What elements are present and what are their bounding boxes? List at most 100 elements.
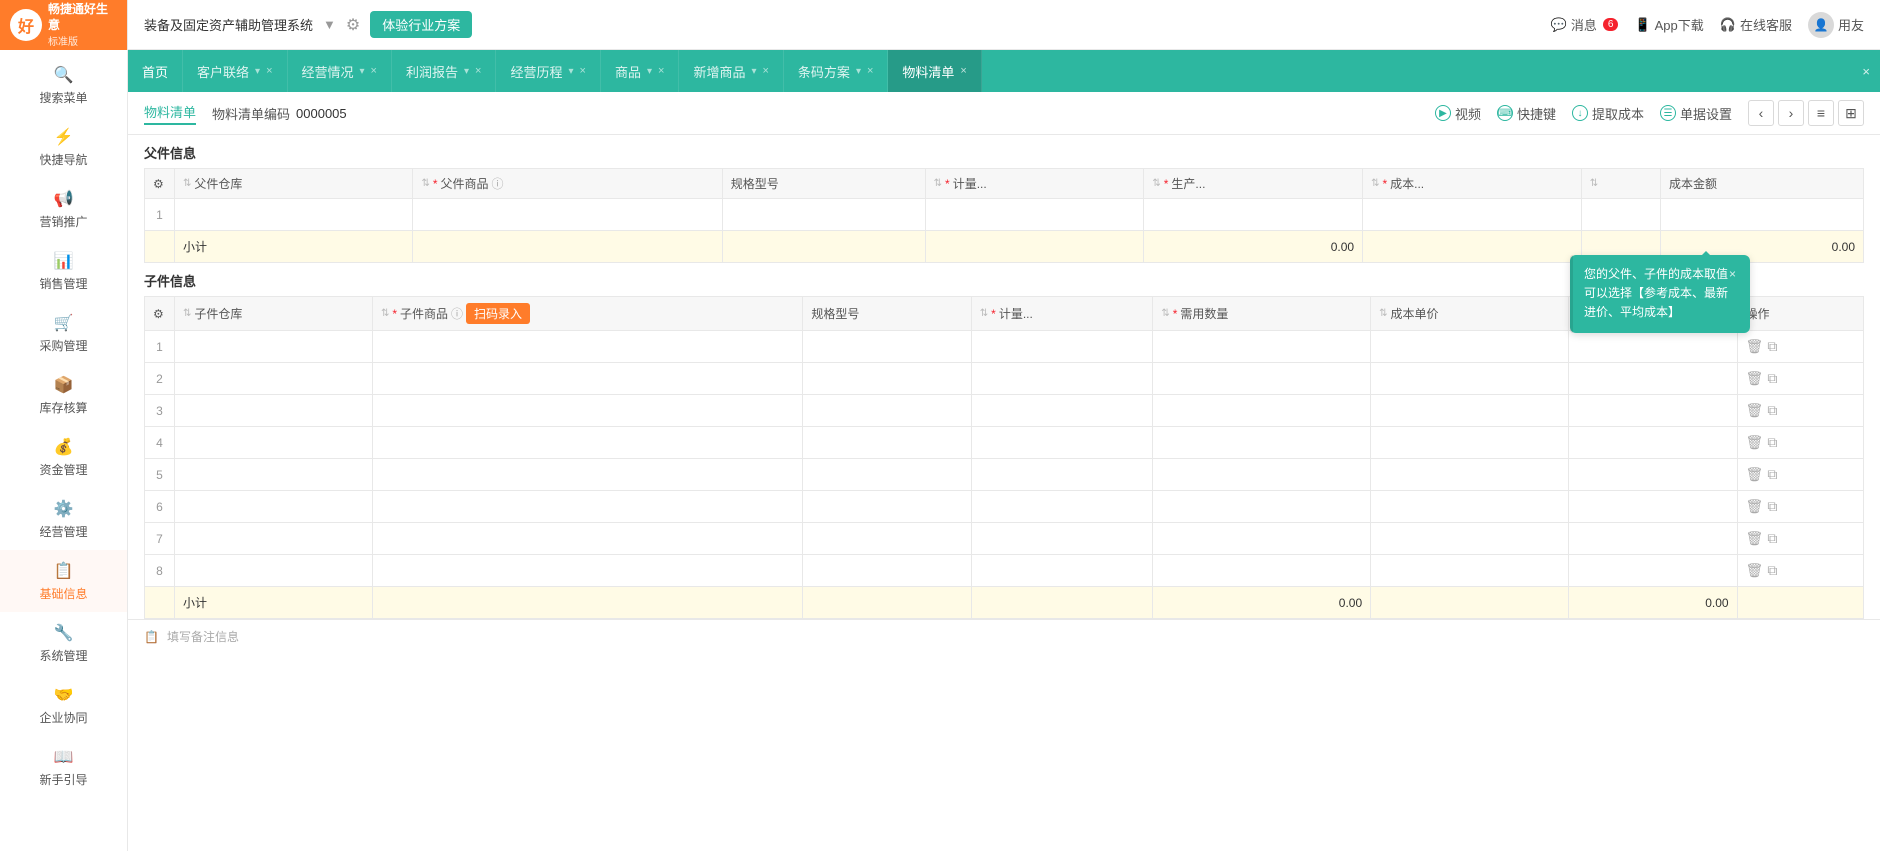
tab-barcode[interactable]: 条码方案 ▾ × <box>784 50 888 92</box>
tab-home[interactable]: 首页 <box>128 50 183 92</box>
child-row-6-delete-icon[interactable]: 🗑 <box>1746 498 1764 515</box>
child-row-7-spec[interactable] <box>803 523 971 555</box>
child-row-1-quantity[interactable] <box>1153 331 1371 363</box>
child-row-2-spec[interactable] <box>803 363 971 395</box>
child-row-8-unit-price[interactable] <box>1371 555 1569 587</box>
tab-barcode-close[interactable]: × <box>867 65 873 77</box>
child-row-1-copy-icon[interactable]: ⧉ <box>1767 338 1777 355</box>
child-row-2-product[interactable] <box>372 363 802 395</box>
child-row-3-product[interactable] <box>372 395 802 427</box>
prev-button[interactable]: ‹ <box>1748 100 1774 126</box>
child-row-8-quantity[interactable] <box>1153 555 1371 587</box>
child-row-1-product[interactable] <box>372 331 802 363</box>
child-row-1-spec[interactable] <box>803 331 971 363</box>
child-row-5-unit-price[interactable] <box>1371 459 1569 491</box>
child-row-6-quantity[interactable] <box>1153 491 1371 523</box>
child-col-unit-sort[interactable]: ⇅ <box>980 308 988 319</box>
parent-col-extra-sort[interactable]: ⇅ <box>1590 178 1598 189</box>
online-service-button[interactable]: 🎧 在线客服 <box>1720 15 1792 34</box>
sub-tab-bom[interactable]: 物料清单 <box>144 102 196 125</box>
shortcut-button[interactable]: ⌨ 快捷键 <box>1497 104 1556 123</box>
child-row-5-warehouse[interactable] <box>175 459 373 491</box>
child-row-1-unit-price[interactable] <box>1371 331 1569 363</box>
child-row-4-spec[interactable] <box>803 427 971 459</box>
app-download-button[interactable]: 📱 App下载 <box>1634 15 1703 34</box>
tab-profit[interactable]: 利润报告 ▾ × <box>392 50 496 92</box>
tooltip-close-button[interactable]: × <box>1729 265 1736 284</box>
tab-operations-close[interactable]: × <box>371 65 377 77</box>
child-row-8-delete-icon[interactable]: 🗑 <box>1746 562 1764 579</box>
topbar-dropdown-icon[interactable]: ▼ <box>323 17 336 32</box>
child-row-4-product[interactable] <box>372 427 802 459</box>
child-row-6-unit-price[interactable] <box>1371 491 1569 523</box>
sidebar-item-quicknav[interactable]: ⚡ 快捷导航 <box>0 116 127 178</box>
tab-customer-close[interactable]: × <box>266 65 272 77</box>
sidebar-item-basic[interactable]: 📋 基础信息 <box>0 550 127 612</box>
tab-addproduct-close[interactable]: × <box>762 65 768 77</box>
child-row-5-copy-icon[interactable]: ⧉ <box>1767 466 1777 483</box>
message-button[interactable]: 💬 消息 6 <box>1551 15 1619 34</box>
child-row-3-warehouse[interactable] <box>175 395 373 427</box>
tab-product[interactable]: 商品 ▾ × <box>601 50 679 92</box>
child-col-warehouse-sort[interactable]: ⇅ <box>183 308 191 319</box>
child-row-8-unit[interactable] <box>971 555 1153 587</box>
parent-row-1-unit[interactable] <box>925 199 1144 231</box>
child-row-3-unit[interactable] <box>971 395 1153 427</box>
child-row-5-spec[interactable] <box>803 459 971 491</box>
tab-customer[interactable]: 客户联络 ▾ × <box>183 50 287 92</box>
child-row-5-unit[interactable] <box>971 459 1153 491</box>
child-row-7-copy-icon[interactable]: ⧉ <box>1767 530 1777 547</box>
child-row-1-warehouse[interactable] <box>175 331 373 363</box>
child-row-3-delete-icon[interactable]: 🗑 <box>1746 402 1764 419</box>
tab-addproduct[interactable]: 新增商品 ▾ × <box>679 50 783 92</box>
child-row-4-delete-icon[interactable]: 🗑 <box>1746 434 1764 451</box>
next-button[interactable]: › <box>1778 100 1804 126</box>
parent-col-settings[interactable]: ⚙ <box>145 169 175 199</box>
child-row-4-cost-amount[interactable] <box>1569 427 1737 459</box>
child-row-7-unit[interactable] <box>971 523 1153 555</box>
tab-history-close[interactable]: × <box>580 65 586 77</box>
child-row-3-spec[interactable] <box>803 395 971 427</box>
sidebar-item-sales[interactable]: 📊 销售管理 <box>0 240 127 302</box>
menu-button[interactable]: ≡ <box>1808 100 1834 126</box>
child-col-product-info[interactable]: ⓘ <box>451 305 463 322</box>
child-col-quantity-sort[interactable]: ⇅ <box>1161 308 1169 319</box>
child-row-7-delete-icon[interactable]: 🗑 <box>1746 530 1764 547</box>
child-row-4-warehouse[interactable] <box>175 427 373 459</box>
sidebar-item-purchase[interactable]: 🛒 采购管理 <box>0 302 127 364</box>
tab-history[interactable]: 经营历程 ▾ × <box>496 50 600 92</box>
parent-col-cost-sort[interactable]: ⇅ <box>1371 178 1379 189</box>
parent-col-product-info[interactable]: ⓘ <box>492 175 504 192</box>
child-row-2-copy-icon[interactable]: ⧉ <box>1767 370 1777 387</box>
child-row-1-delete-icon[interactable]: 🗑 <box>1746 338 1764 355</box>
child-col-unit-price-sort[interactable]: ⇅ <box>1379 308 1387 319</box>
child-row-3-quantity[interactable] <box>1153 395 1371 427</box>
tab-bom-close[interactable]: × <box>960 65 966 77</box>
parent-col-warehouse-sort[interactable]: ⇅ <box>183 178 191 189</box>
child-row-6-unit[interactable] <box>971 491 1153 523</box>
child-row-6-spec[interactable] <box>803 491 971 523</box>
parent-row-1-cost-amount[interactable] <box>1661 199 1864 231</box>
child-row-7-product[interactable] <box>372 523 802 555</box>
child-row-2-warehouse[interactable] <box>175 363 373 395</box>
child-row-4-unit-price[interactable] <box>1371 427 1569 459</box>
child-row-4-copy-icon[interactable]: ⧉ <box>1767 434 1777 451</box>
child-row-6-cost-amount[interactable] <box>1569 491 1737 523</box>
child-row-8-copy-icon[interactable]: ⧉ <box>1767 562 1777 579</box>
trial-button[interactable]: 体验行业方案 <box>370 11 472 38</box>
sidebar-item-operations[interactable]: ⚙️ 经营管理 <box>0 488 127 550</box>
scan-input-button[interactable]: 扫码录入 <box>466 303 530 324</box>
sidebar-item-search[interactable]: 🔍 搜索菜单 <box>0 54 127 116</box>
tab-bom[interactable]: 物料清单 × <box>888 50 981 92</box>
child-row-3-unit-price[interactable] <box>1371 395 1569 427</box>
child-row-2-unit[interactable] <box>971 363 1153 395</box>
child-row-8-cost-amount[interactable] <box>1569 555 1737 587</box>
child-row-6-warehouse[interactable] <box>175 491 373 523</box>
child-row-5-delete-icon[interactable]: 🗑 <box>1746 466 1764 483</box>
parent-row-1-spec[interactable] <box>722 199 925 231</box>
child-row-8-spec[interactable] <box>803 555 971 587</box>
sidebar-item-coop[interactable]: 🤝 企业协同 <box>0 674 127 736</box>
child-row-7-warehouse[interactable] <box>175 523 373 555</box>
child-row-1-unit[interactable] <box>971 331 1153 363</box>
child-row-3-copy-icon[interactable]: ⧉ <box>1767 402 1777 419</box>
